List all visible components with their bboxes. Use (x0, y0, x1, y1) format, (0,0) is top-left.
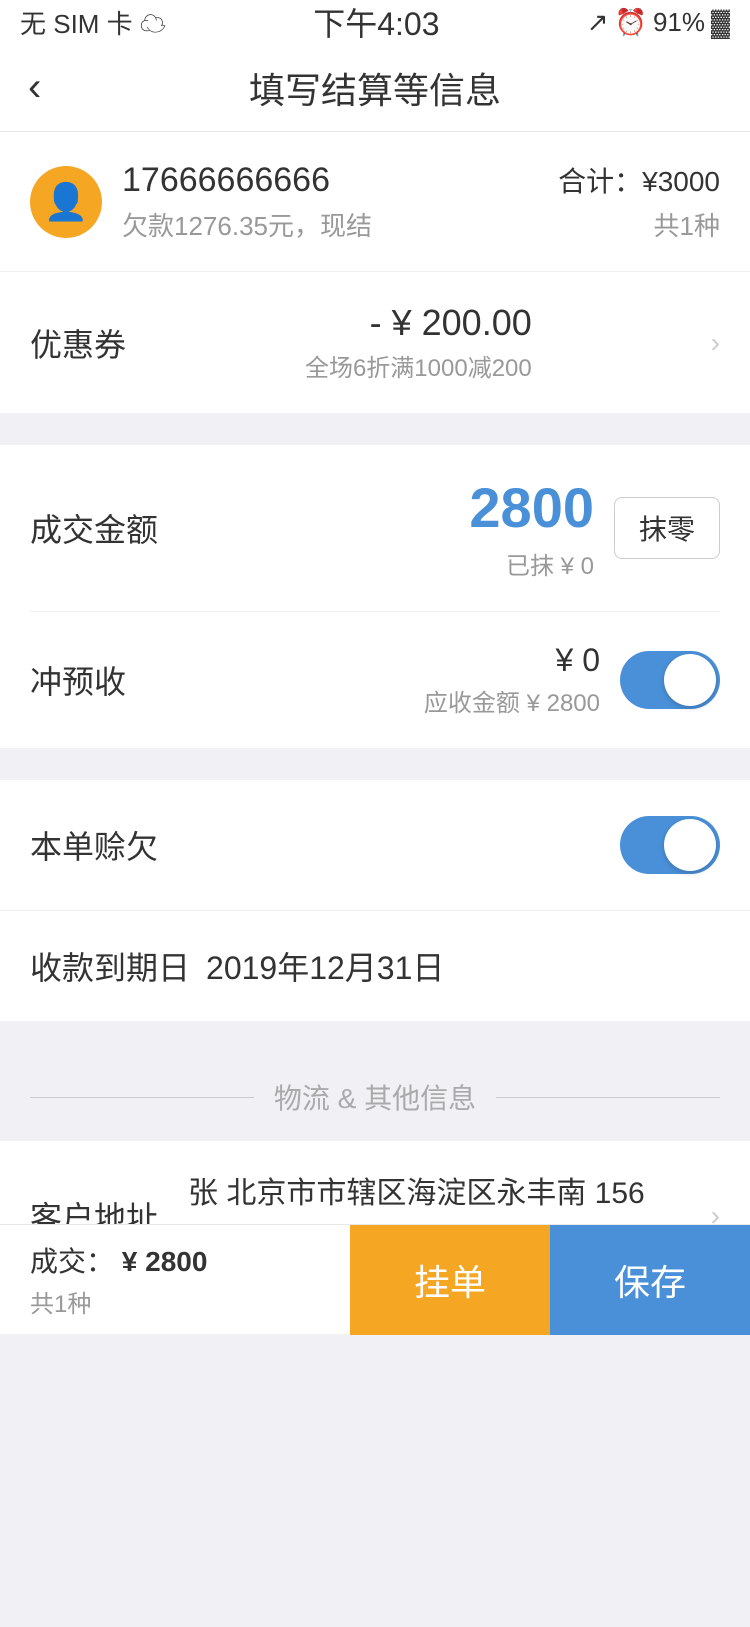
prereceive-amount-wrapper: ¥ 0 应收金额 ¥ 2800 (424, 642, 600, 718)
logistics-line-left (30, 1097, 254, 1098)
debt-section: 本单赊欠 收款到期日 2019年12月31日 (0, 780, 750, 1021)
status-bar: 无 SIM 卡 ☁ 下午4:03 ↗ ⏰ 91% ▓ (0, 0, 750, 44)
prereceive-right: ¥ 0 应收金额 ¥ 2800 (424, 642, 720, 718)
location-icon: ↗ (587, 7, 609, 38)
customer-left: 👤 17666666666 欠款1276.35元，现结 (30, 161, 372, 243)
bottom-count-label: 共1种 (30, 1284, 320, 1319)
prereceive-row: 冲预收 ¥ 0 应收金额 ¥ 2800 (30, 612, 720, 748)
amount-right-wrapper: 2800 已抹 ¥ 0 (469, 475, 594, 581)
save-button[interactable]: 保存 (550, 1225, 750, 1335)
duedate-row: 收款到期日 2019年12月31日 (0, 910, 750, 1021)
hold-button[interactable]: 挂单 (350, 1225, 550, 1335)
bottom-summary: 成交： ¥ 2800 共1种 (0, 1240, 350, 1319)
divider-3 (0, 1037, 750, 1053)
battery-icon: ▓ (711, 7, 730, 38)
coupon-value: - ¥ 200.00 (305, 302, 532, 344)
prereceive-label: 冲预收 (30, 657, 126, 703)
deal-amount-sub: 已抹 ¥ 0 (469, 546, 594, 581)
debt-row: 本单赊欠 (0, 780, 750, 910)
toggle-circle (664, 654, 716, 706)
deal-label: 成交： (30, 1246, 114, 1277)
debt-toggle-circle (664, 819, 716, 871)
logistics-line-right (496, 1097, 720, 1098)
avatar-icon: 👤 (44, 181, 89, 223)
page-title: 填写结算等信息 (249, 62, 501, 114)
divider-1 (0, 429, 750, 445)
deal-amount-right: 2800 已抹 ¥ 0 抹零 (469, 475, 720, 581)
logistics-header: 物流 & 其他信息 (0, 1053, 750, 1141)
coupon-desc: 全场6折满1000减200 (305, 348, 532, 383)
round-button[interactable]: 抹零 (614, 497, 720, 559)
deal-amount: ¥ 2800 (122, 1246, 208, 1277)
debt-label: 本单赊欠 (30, 822, 158, 868)
status-left: 无 SIM 卡 ☁ (20, 4, 166, 41)
total-label: 合计：¥3000 (558, 160, 720, 200)
debt-toggle[interactable] (620, 816, 720, 874)
divider-2 (0, 764, 750, 780)
deal-amount-row: 成交金额 2800 已抹 ¥ 0 抹零 (30, 445, 720, 612)
alarm-icon: ⏰ (615, 7, 647, 38)
logistics-text: 物流 & 其他信息 (254, 1077, 496, 1117)
customer-info: 17666666666 欠款1276.35元，现结 (122, 161, 372, 243)
duedate-label: 收款到期日 (30, 943, 190, 989)
prereceive-toggle[interactable] (620, 651, 720, 709)
status-right: ↗ ⏰ 91% ▓ (587, 7, 730, 38)
status-time: 下午4:03 (313, 0, 439, 45)
battery-text: 91% (653, 7, 705, 38)
back-button[interactable]: ‹ (28, 65, 41, 110)
coupon-right-wrapper: - ¥ 200.00 全场6折满1000减200 (305, 302, 532, 383)
total-count: 共1种 (558, 206, 720, 243)
bottom-bar: 成交： ¥ 2800 共1种 挂单 保存 (0, 1224, 750, 1334)
prereceive-sub: 应收金额 ¥ 2800 (424, 683, 600, 718)
nav-bar: ‹ 填写结算等信息 (0, 44, 750, 132)
prereceive-value: ¥ 0 (424, 642, 600, 679)
bottom-summary-top: 成交： ¥ 2800 (30, 1240, 320, 1280)
amount-section: 成交金额 2800 已抹 ¥ 0 抹零 冲预收 ¥ 0 应收金额 ¥ 2800 (0, 445, 750, 748)
empty-space (0, 1307, 750, 1507)
avatar: 👤 (30, 166, 102, 238)
customer-row: 👤 17666666666 欠款1276.35元，现结 合计：¥3000 共1种 (0, 132, 750, 271)
customer-section: 👤 17666666666 欠款1276.35元，现结 合计：¥3000 共1种… (0, 132, 750, 413)
duedate-value: 2019年12月31日 (206, 943, 444, 989)
customer-phone: 17666666666 (122, 161, 372, 200)
no-sim-text: 无 SIM 卡 ☁ (20, 4, 166, 41)
customer-right: 合计：¥3000 共1种 (558, 160, 720, 243)
coupon-row[interactable]: 优惠券 - ¥ 200.00 全场6折满1000减200 › (0, 271, 750, 413)
customer-debt: 欠款1276.35元，现结 (122, 206, 372, 243)
deal-amount-label: 成交金额 (30, 505, 158, 551)
coupon-chevron-icon: › (711, 327, 720, 359)
coupon-label: 优惠券 (30, 320, 126, 366)
deal-amount-value: 2800 (469, 475, 594, 540)
